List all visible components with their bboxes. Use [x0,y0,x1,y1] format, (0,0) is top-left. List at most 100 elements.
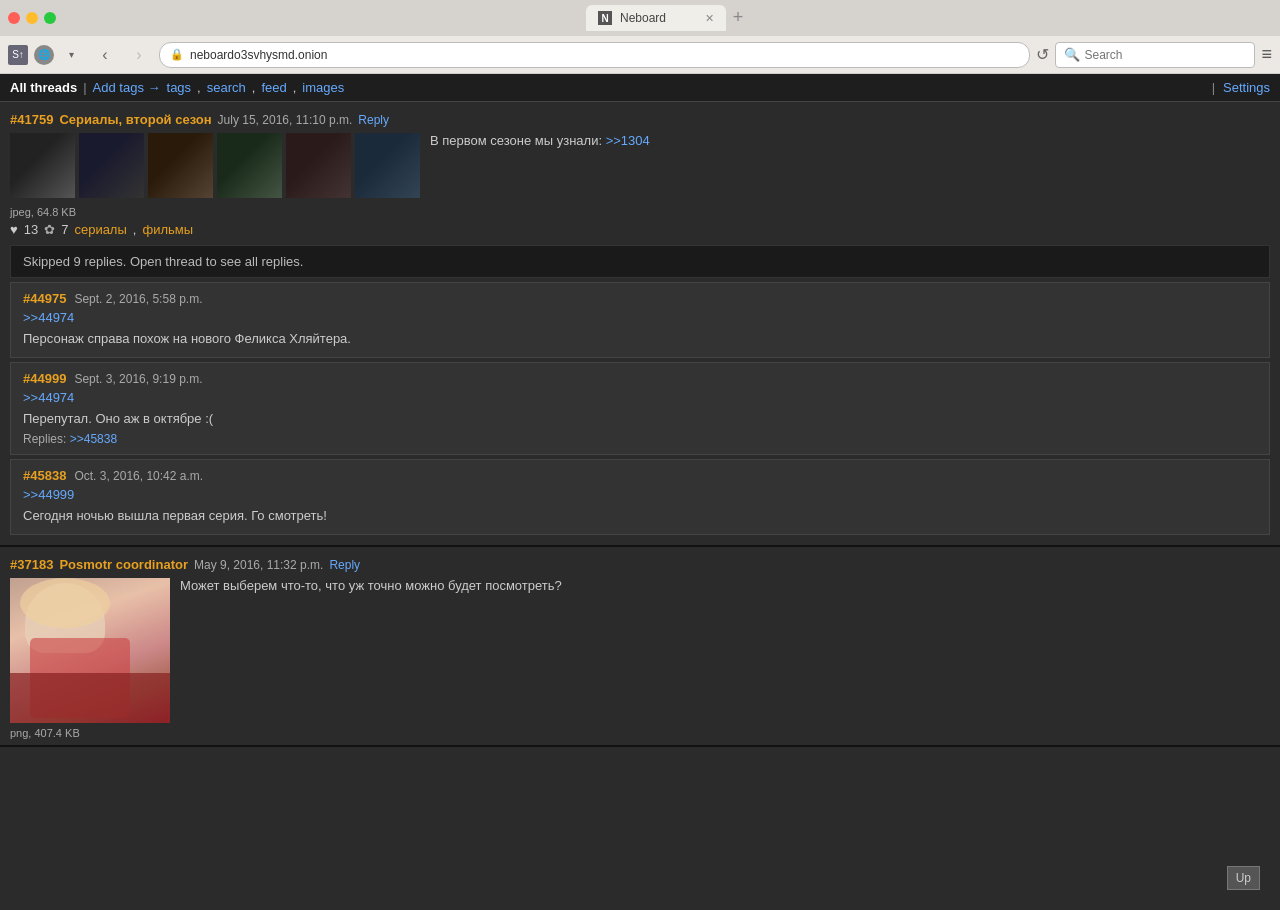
post-id-44999: #44999 [23,371,66,386]
post-header-44975: #44975 Sept. 2, 2016, 5:58 p.m. [23,291,1257,306]
top-nav: All threads | Add tags → tags, search, f… [0,74,1280,102]
back-button[interactable]: ‹ [91,41,119,69]
heart-count-41759: 13 [24,222,38,237]
reply-post-44975: #44975 Sept. 2, 2016, 5:58 p.m. >>44974 … [10,282,1270,358]
replies-count-41759: 7 [61,222,68,237]
browser-toolbar: S↑ 🌐 ▾ ‹ › 🔒 ↺ 🔍 ≡ [0,36,1280,74]
comma3: , [293,80,297,95]
post-text-44999: Перепутал. Оно аж в октябре :( [23,409,1257,429]
nav-feed-link[interactable]: feed [261,80,286,95]
thread-image-3[interactable] [148,133,213,198]
comma2: , [252,80,256,95]
heart-icon-41759: ♥ [10,222,18,237]
post-text-44975: Персонаж справа похож на нового Феликса … [23,329,1257,349]
add-tags-label: Add tags → [93,80,161,95]
comma1: , [197,80,201,95]
thread-content-41759: В первом сезоне мы узнали: >>1304 [10,133,1270,202]
thread-content-37183: Может выберем что-то, что уж точно можно… [10,578,1270,723]
thread-id-37183: #37183 [10,557,53,572]
thread-text-37183: Может выберем что-то, что уж точно можно… [180,578,562,593]
post-header-45838: #45838 Oct. 3, 2016, 10:42 a.m. [23,468,1257,483]
new-tab-button[interactable]: + [726,5,750,29]
extension-icon-1[interactable]: S↑ [8,45,28,65]
thread-text-41759: В первом сезоне мы узнали: >>1304 [430,133,650,148]
post-reply-ref-44999[interactable]: >>45838 [70,432,117,446]
thread-text-block-37183: Может выберем что-то, что уж точно можно… [180,578,562,597]
browser-search-input[interactable] [1084,48,1234,62]
thread-image-1[interactable] [10,133,75,198]
lock-icon: 🔒 [170,48,184,61]
post-ref-45838[interactable]: >>44999 [23,487,1257,502]
up-button[interactable]: Up [1227,866,1260,874]
tag-serials-41759[interactable]: сериалы [74,222,126,237]
tab-favicon-icon: N [598,11,612,25]
thread-date-41759: July 15, 2016, 11:10 p.m. [218,113,353,127]
tag-comma: , [133,222,137,237]
traffic-lights [8,12,56,24]
thread-image-4[interactable] [217,133,282,198]
extension-dropdown-btn[interactable]: ▾ [57,41,85,69]
thread-image-5[interactable] [286,133,351,198]
all-threads-link[interactable]: All threads [10,80,77,95]
reply-post-45838: #45838 Oct. 3, 2016, 10:42 a.m. >>44999 … [10,459,1270,535]
maximize-window-btn[interactable] [44,12,56,24]
minimize-window-btn[interactable] [26,12,38,24]
thread-subject-37183: Posmotr coordinator [59,557,188,572]
image-info-37183: png, 407.4 KB [10,727,1270,739]
snowflake-icon-41759: ✿ [44,222,55,237]
thread-date-37183: May 9, 2016, 11:32 p.m. [194,558,323,572]
nav-right: | Settings [1212,80,1270,95]
extension-icon-2[interactable]: 🌐 [34,45,54,65]
thread-subject-41759: Сериалы, второй сезон [59,112,211,127]
post-replies-44999: Replies: >>45838 [23,432,1257,446]
nav-sep-2: | [1212,80,1215,95]
browser-search-bar: 🔍 [1055,42,1255,68]
browser-menu-button[interactable]: ≡ [1261,44,1272,65]
browser-chrome: N Neboard ✕ + S↑ 🌐 ▾ ‹ › 🔒 ↺ 🔍 ≡ [0,0,1280,74]
address-bar: 🔒 [159,42,1030,68]
tab-close-icon[interactable]: ✕ [705,12,714,25]
settings-link[interactable]: Settings [1223,80,1270,95]
nav-sep-1: | [83,80,86,95]
reload-button[interactable]: ↺ [1036,45,1049,64]
thread-image-6[interactable] [355,133,420,198]
thread-id-41759: #41759 [10,112,53,127]
thread-images-41759 [10,133,420,198]
thread-image-2[interactable] [79,133,144,198]
reply-link-37183[interactable]: Reply [329,558,360,572]
nav-tags-link[interactable]: tags [167,80,192,95]
thread-ref-41759[interactable]: >>1304 [606,133,650,148]
reply-post-44999: #44999 Sept. 3, 2016, 9:19 p.m. >>44974 … [10,362,1270,456]
post-date-44975: Sept. 2, 2016, 5:58 p.m. [74,292,202,306]
reply-link-41759[interactable]: Reply [358,113,389,127]
thread-image-anime[interactable] [10,578,170,723]
browser-titlebar: N Neboard ✕ + [0,0,1280,36]
post-date-44999: Sept. 3, 2016, 9:19 p.m. [74,372,202,386]
page-content: All threads | Add tags → tags, search, f… [0,74,1280,874]
post-id-44975: #44975 [23,291,66,306]
nav-left: All threads | Add tags → tags, search, f… [10,80,344,95]
nav-search-link[interactable]: search [207,80,246,95]
thread-block-37183: #37183 Posmotr coordinator May 9, 2016, … [0,547,1280,747]
post-text-45838: Сегодня ночью вышла первая серия. Го смо… [23,506,1257,526]
search-icon: 🔍 [1064,47,1080,62]
thread-header-41759: #41759 Сериалы, второй сезон July 15, 20… [10,112,1270,127]
close-window-btn[interactable] [8,12,20,24]
post-header-44999: #44999 Sept. 3, 2016, 9:19 p.m. [23,371,1257,386]
thread-stats-41759: ♥ 13 ✿ 7 сериалы, фильмы [10,218,1270,241]
nav-images-link[interactable]: images [302,80,344,95]
url-input[interactable] [190,48,1019,62]
thread-header-37183: #37183 Posmotr coordinator May 9, 2016, … [10,557,1270,572]
thread-text-block-41759: В первом сезоне мы узнали: >>1304 [430,133,650,152]
skipped-bar-41759: Skipped 9 replies. Open thread to see al… [10,245,1270,278]
post-ref-44999[interactable]: >>44974 [23,390,1257,405]
image-info-41759: jpeg, 64.8 KB [10,206,1270,218]
post-ref-44975[interactable]: >>44974 [23,310,1257,325]
browser-tab[interactable]: N Neboard ✕ [586,5,726,31]
thread-block-41759: #41759 Сериалы, второй сезон July 15, 20… [0,102,1280,547]
forward-button[interactable]: › [125,41,153,69]
tag-films-41759[interactable]: фильмы [142,222,193,237]
post-date-45838: Oct. 3, 2016, 10:42 a.m. [74,469,203,483]
tab-title: Neboard [620,11,666,25]
post-id-45838: #45838 [23,468,66,483]
